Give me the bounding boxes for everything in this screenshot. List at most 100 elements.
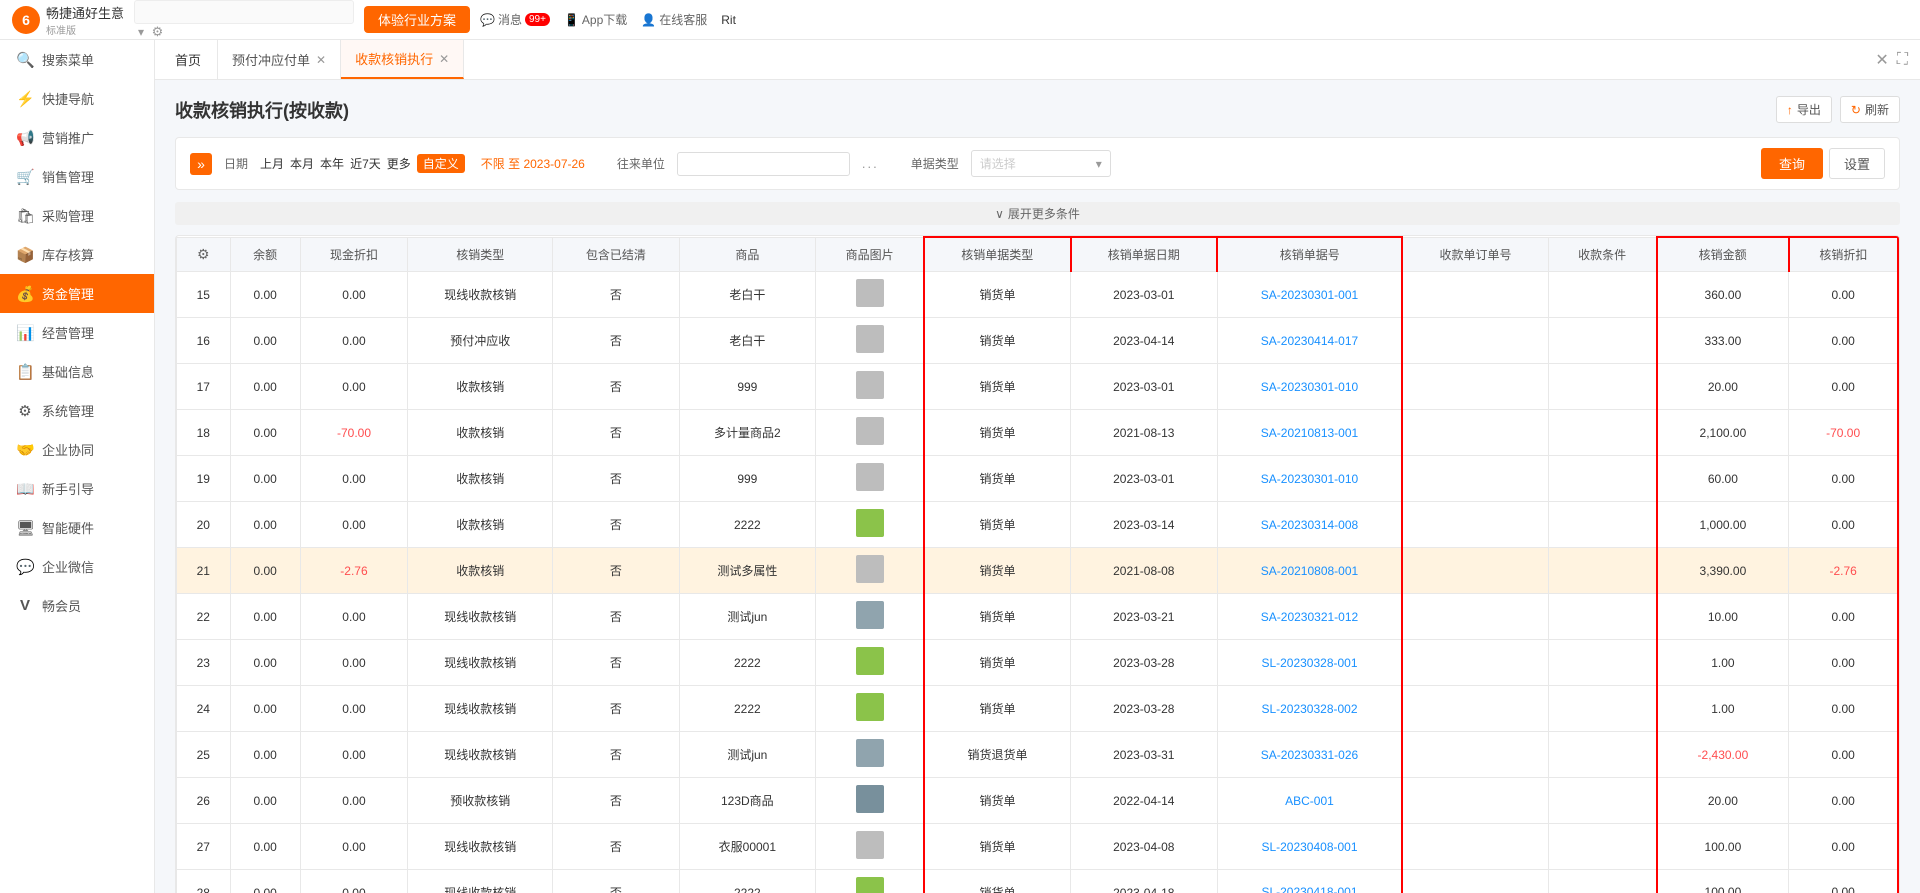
sidebar-item-guide[interactable]: 📖 新手引导 [0,469,154,508]
td-id: 22 [177,594,231,640]
expand-more-row: ∨ 展开更多条件 [175,202,1900,225]
td-cash-discount: 0.00 [300,364,408,410]
sidebar-item-search[interactable]: 🔍 搜索菜单 [0,40,154,79]
sidebar-label-purchase: 采购管理 [42,206,94,225]
refresh-btn[interactable]: ↻ 刷新 [1840,96,1900,123]
settings-btn[interactable]: 设置 [1829,148,1885,179]
td-include-settled: 否 [553,410,679,456]
expand-more-btn[interactable]: ∨ 展开更多条件 [175,202,1900,225]
tab-verify[interactable]: 收款核销执行 ✕ [341,40,464,79]
tab-prepay-close[interactable]: ✕ [316,53,326,67]
sidebar-item-inventory[interactable]: 📦 库存核算 [0,235,154,274]
sidebar-item-finance[interactable]: 💰 资金管理 [0,274,154,313]
sidebar-item-system[interactable]: ⚙ 系统管理 [0,391,154,430]
sidebar-item-enterprise[interactable]: 🤝 企业协同 [0,430,154,469]
date-this-year[interactable]: 本年 [320,155,344,172]
td-cash-discount: 0.00 [300,732,408,778]
td-include-settled: 否 [553,364,679,410]
table-row: 22 0.00 0.00 现线收款核销 否 测试jun 销货单 2023-03-… [177,594,1899,640]
tab-home[interactable]: 首页 [159,40,218,79]
app-download-label: App下载 [582,11,627,28]
td-collection-order-no [1402,640,1548,686]
td-verify-type: 现线收款核销 [408,870,553,893]
notification-item[interactable]: 💬 消息 99+ [480,11,550,28]
sidebar-item-sales[interactable]: 🛒 销售管理 [0,157,154,196]
from-unit-dots[interactable]: ... [862,156,879,171]
operations-icon: 📊 [16,324,34,342]
filter-bar: » 日期 上月 本月 本年 近7天 更多 自定义 不限 至 2023-07-26… [175,137,1900,190]
search-input[interactable] [134,0,354,24]
th-balance: 余额 [230,237,300,272]
td-verify-type: 预收款核销 [408,778,553,824]
online-service[interactable]: 👤 在线客服 [641,11,707,28]
td-product: 老白干 [679,318,816,364]
settings-icon[interactable]: ⚙ [152,24,164,39]
table-row: 17 0.00 0.00 收款核销 否 999 销货单 2023-03-01 S… [177,364,1899,410]
sidebar-label-guide: 新手引导 [42,479,94,498]
export-btn[interactable]: ↑ 导出 [1776,96,1832,123]
td-id: 28 [177,870,231,893]
settings-icon[interactable]: ⚙ [197,246,210,262]
hardware-icon: 🖥 [16,519,34,537]
marketing-icon: 📢 [16,129,34,147]
brand-name: 畅捷通好生意 [46,3,124,22]
td-id: 23 [177,640,231,686]
date-7days[interactable]: 近7天 [350,155,381,172]
sidebar-item-member[interactable]: V 畅会员 [0,586,154,625]
tab-prepay[interactable]: 预付冲应付单 ✕ [218,40,341,79]
sidebar-item-operations[interactable]: 📊 经营管理 [0,313,154,352]
industry-btn[interactable]: 体验行业方案 [364,6,470,33]
td-balance: 0.00 [230,870,300,893]
td-verify-discount: -70.00 [1789,410,1898,456]
td-product: 999 [679,364,816,410]
app-download[interactable]: 📱 App下载 [564,11,627,28]
td-verify-type: 收款核销 [408,502,553,548]
td-id: 18 [177,410,231,456]
td-verify-type: 收款核销 [408,548,553,594]
app-icon: 📱 [564,13,579,27]
td-verify-discount: 0.00 [1789,272,1898,318]
tab-maximize-icon[interactable]: ⛶ [1897,51,1908,69]
td-verify-amount: 333.00 [1657,318,1789,364]
td-verify-doc-date: 2023-03-21 [1071,594,1218,640]
sidebar-item-basic[interactable]: 📋 基础信息 [0,352,154,391]
query-btn[interactable]: 查询 [1761,148,1823,179]
td-include-settled: 否 [553,732,679,778]
tab-verify-close[interactable]: ✕ [439,52,449,66]
date-this-month[interactable]: 本月 [290,155,314,172]
td-verify-doc-date: 2023-03-01 [1071,456,1218,502]
refresh-icon: ↻ [1851,103,1861,117]
expand-more-label: 展开更多条件 [1008,205,1080,222]
inventory-icon: 📦 [16,246,34,264]
date-last-month[interactable]: 上月 [260,155,284,172]
doc-type-select[interactable]: 请选择 ▾ [971,150,1111,177]
td-product: 衣服00001 [679,824,816,870]
td-collection-condition [1548,824,1656,870]
date-custom[interactable]: 自定义 [417,154,465,173]
th-settings[interactable]: ⚙ [177,237,231,272]
page-actions: ↑ 导出 ↻ 刷新 [1776,96,1900,123]
td-id: 20 [177,502,231,548]
sidebar-item-marketing[interactable]: 📢 营销推广 [0,118,154,157]
table-row: 20 0.00 0.00 收款核销 否 2222 销货单 2023-03-14 … [177,502,1899,548]
td-balance: 0.00 [230,272,300,318]
td-include-settled: 否 [553,502,679,548]
dropdown-icon[interactable]: ▾ [138,25,144,39]
td-verify-discount: 0.00 [1789,318,1898,364]
doc-type-arrow: ▾ [1096,157,1102,171]
sidebar-item-wechat[interactable]: 💬 企业微信 [0,547,154,586]
table-row: 18 0.00 -70.00 收款核销 否 多计量商品2 销货单 2021-08… [177,410,1899,456]
td-verify-amount: 1.00 [1657,640,1789,686]
td-cash-discount: 0.00 [300,870,408,893]
td-verify-doc-type: 销货单 [924,778,1071,824]
filter-expand-btn[interactable]: » [190,153,212,175]
from-unit-input[interactable] [677,152,850,176]
sidebar-item-purchase[interactable]: 🛍 采购管理 [0,196,154,235]
td-verify-doc-date: 2023-03-01 [1071,272,1218,318]
date-more[interactable]: 更多 [387,155,411,172]
sidebar-label-member: 畅会员 [42,596,81,615]
sidebar-item-quicknav[interactable]: ⚡ 快捷导航 [0,79,154,118]
sidebar-label-hardware: 智能硬件 [42,518,94,537]
sidebar-item-hardware[interactable]: 🖥 智能硬件 [0,508,154,547]
tab-close-window-icon[interactable]: ✕ [1875,50,1888,70]
